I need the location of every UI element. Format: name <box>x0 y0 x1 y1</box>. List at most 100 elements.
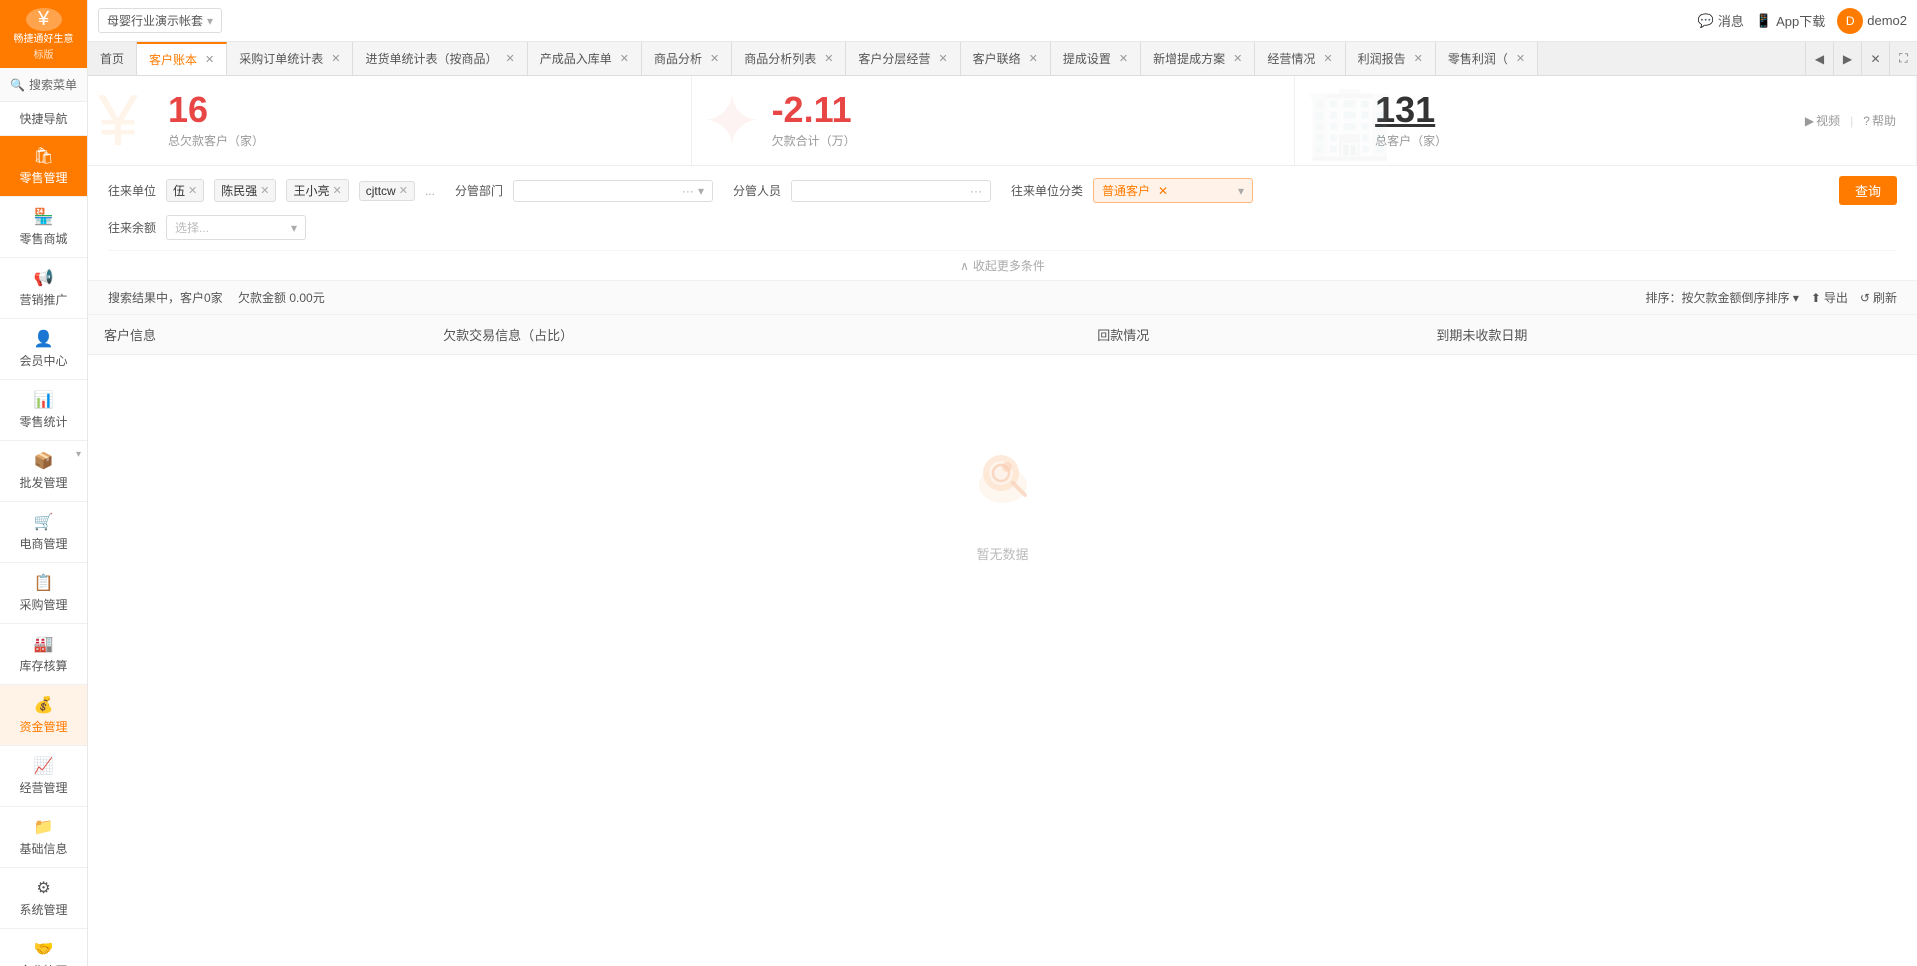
tab-customer-tier-close[interactable]: ✕ <box>938 52 947 65</box>
tab-operation-status-close[interactable]: ✕ <box>1323 52 1332 65</box>
sidebar-item-inventory-label: 库存核算 <box>19 657 67 674</box>
wholesale-icon: 📦 <box>34 451 54 471</box>
filter-unit-category-remove[interactable]: ✕ <box>1158 184 1168 198</box>
tab-customer-contact-label: 客户联络 <box>973 50 1021 67</box>
topbar-right: 💬 消息 📱 App下载 D demo2 <box>1698 8 1907 34</box>
sidebar-item-retail-mall-label: 零售商城 <box>19 230 67 247</box>
refresh-btn[interactable]: ↺ 刷新 <box>1860 289 1897 306</box>
tab-customer-contact[interactable]: 客户联络 ✕ <box>961 42 1051 76</box>
video-btn[interactable]: ▶ 视频 <box>1805 112 1840 129</box>
tab-purchase-order-stat[interactable]: 采购订单统计表 ✕ <box>227 42 353 76</box>
message-label: 消息 <box>1718 11 1744 30</box>
filter-more-btn[interactable]: ... <box>425 184 435 198</box>
collapse-up-icon: ∧ <box>960 259 969 273</box>
tab-retail-profit-close[interactable]: ✕ <box>1516 52 1525 65</box>
filter-row-1: 往来单位 伍 ✕ 陈民强 ✕ 王小亮 ✕ cjttcw ✕ ... <box>108 176 1897 205</box>
stat-values-2: -2.11 欠款合计（万） <box>772 92 856 149</box>
tab-prev-btn[interactable]: ◀ <box>1805 42 1833 76</box>
filter-tag-wu-remove[interactable]: ✕ <box>188 184 197 197</box>
sidebar-item-retail-manage[interactable]: 🛍 零售管理 <box>0 136 87 197</box>
tab-customer-account[interactable]: 客户账本 ✕ <box>137 42 227 76</box>
tab-product-inbound-close[interactable]: ✕ <box>620 52 629 65</box>
retail-stat-icon: 📊 <box>34 390 54 410</box>
tabbar: 首页 客户账本 ✕ 采购订单统计表 ✕ 进货单统计表（按商品） ✕ 产成品入库单… <box>88 42 1917 76</box>
sidebar-item-finance[interactable]: 💰 资金管理 <box>0 685 87 746</box>
tab-stock-stat-close[interactable]: ✕ <box>506 52 515 65</box>
filter-tag-wang-remove[interactable]: ✕ <box>333 184 342 197</box>
tab-product-analysis-list[interactable]: 商品分析列表 ✕ <box>732 42 846 76</box>
sidebar-item-operation[interactable]: 📈 经营管理 <box>0 746 87 807</box>
tab-next-btn[interactable]: ▶ <box>1833 42 1861 76</box>
sidebar-logo: ¥ 畅捷通好生意 标版 <box>0 0 87 68</box>
sidebar-item-enterprise-coop[interactable]: 🤝 企业协同 <box>0 929 87 966</box>
help-btn[interactable]: ? 帮助 <box>1863 112 1896 129</box>
filter-balance-select[interactable]: 选择... ▾ <box>166 215 306 240</box>
tab-home[interactable]: 首页 <box>88 42 137 76</box>
sidebar-item-member-label: 会员中心 <box>19 352 67 369</box>
sidebar-item-ecommerce[interactable]: 🛒 电商管理 <box>0 502 87 563</box>
message-icon: 💬 <box>1698 13 1714 29</box>
sidebar-fast-nav[interactable]: 快捷导航 <box>0 102 87 136</box>
refresh-icon: ↺ <box>1860 291 1870 305</box>
filter-area: 往来单位 伍 ✕ 陈民强 ✕ 王小亮 ✕ cjttcw ✕ ... <box>88 166 1917 281</box>
tab-operation-status[interactable]: 经营情况 ✕ <box>1255 42 1345 76</box>
sidebar-item-basic-info[interactable]: 📁 基础信息 <box>0 807 87 868</box>
app-download-btn[interactable]: 📱 App下载 <box>1756 11 1825 30</box>
tab-profit-report[interactable]: 利润报告 ✕ <box>1346 42 1436 76</box>
tab-stock-stat[interactable]: 进货单统计表（按商品） ✕ <box>353 42 527 76</box>
filter-unit-category-tag: 普通客户 <box>1102 182 1150 199</box>
sidebar-item-ecommerce-label: 电商管理 <box>19 535 67 552</box>
tab-operation-status-label: 经营情况 <box>1267 50 1315 67</box>
tab-close-all-btn[interactable]: ✕ <box>1861 42 1889 76</box>
tab-customer-tier[interactable]: 客户分层经营 ✕ <box>846 42 960 76</box>
tab-profit-report-close[interactable]: ✕ <box>1414 52 1423 65</box>
tab-product-analysis[interactable]: 商品分析 ✕ <box>642 42 732 76</box>
tab-fullscreen-btn[interactable]: ⛶ <box>1889 42 1917 76</box>
filter-person-select[interactable]: ··· <box>791 180 991 202</box>
tab-customer-account-close[interactable]: ✕ <box>205 53 214 66</box>
tab-product-analysis-close[interactable]: ✕ <box>710 52 719 65</box>
ecommerce-icon: 🛒 <box>34 512 54 532</box>
filter-unit-category-select[interactable]: 普通客户 ✕ ▾ <box>1093 178 1253 203</box>
tab-new-commission-close[interactable]: ✕ <box>1233 52 1242 65</box>
sidebar-item-operation-label: 经营管理 <box>19 779 67 796</box>
user-avatar[interactable]: D demo2 <box>1837 8 1907 34</box>
tab-purchase-order-stat-close[interactable]: ✕ <box>331 52 340 65</box>
sidebar-item-system[interactable]: ⚙ 系统管理 <box>0 868 87 929</box>
fast-nav-label: 快捷导航 <box>19 112 67 126</box>
tab-customer-contact-close[interactable]: ✕ <box>1029 52 1038 65</box>
filter-collapse-btn[interactable]: ∧ 收起更多条件 <box>108 250 1897 280</box>
stat-overdue-count: 16 <box>168 92 264 128</box>
sidebar-item-inventory[interactable]: 🏭 库存核算 <box>0 624 87 685</box>
sidebar-search-btn[interactable]: 🔍 搜索菜单 <box>0 68 87 102</box>
export-btn[interactable]: ⬆ 导出 <box>1811 289 1848 306</box>
sidebar-item-retail-mall[interactable]: 🏪 零售商城 <box>0 197 87 258</box>
filter-dept-label: 分管部门 <box>455 182 503 199</box>
tab-stock-stat-label: 进货单统计表（按商品） <box>365 50 497 67</box>
result-amount-text: 欠款金额 0.00元 <box>238 291 325 305</box>
divider: | <box>1850 114 1853 128</box>
tab-product-inbound[interactable]: 产成品入库单 ✕ <box>528 42 642 76</box>
sidebar-item-marketing[interactable]: 📢 营销推广 <box>0 258 87 319</box>
filter-dept-select[interactable]: ··· ▾ <box>513 180 713 202</box>
tab-product-inbound-label: 产成品入库单 <box>540 50 612 67</box>
tab-commission-setting-close[interactable]: ✕ <box>1119 52 1128 65</box>
refresh-label: 刷新 <box>1873 289 1897 306</box>
query-button[interactable]: 查询 <box>1839 176 1897 205</box>
logo-subtitle: 畅捷通好生意 <box>14 33 74 46</box>
sidebar-item-retail-stat[interactable]: 📊 零售统计 <box>0 380 87 441</box>
sidebar-item-purchase[interactable]: 📋 采购管理 <box>0 563 87 624</box>
message-btn[interactable]: 💬 消息 <box>1698 11 1744 30</box>
sort-chevron[interactable]: ▾ <box>1793 291 1799 305</box>
sidebar-item-member[interactable]: 👤 会员中心 <box>0 319 87 380</box>
tab-product-analysis-list-close[interactable]: ✕ <box>824 52 833 65</box>
tab-new-commission[interactable]: 新增提成方案 ✕ <box>1141 42 1255 76</box>
download-icon: 📱 <box>1756 13 1772 29</box>
tab-commission-setting[interactable]: 提成设置 ✕ <box>1051 42 1141 76</box>
filter-tag-cjttcw-remove[interactable]: ✕ <box>399 184 408 197</box>
sidebar-item-wholesale[interactable]: 📦 批发管理 ▾ <box>0 441 87 502</box>
tab-retail-profit[interactable]: 零售利润（ ✕ <box>1436 42 1538 76</box>
col-due-date: 到期未收款日期 <box>1420 315 1917 355</box>
filter-tag-chen-remove[interactable]: ✕ <box>260 184 269 197</box>
account-selector[interactable]: 母婴行业演示帐套 ▾ <box>98 8 222 33</box>
